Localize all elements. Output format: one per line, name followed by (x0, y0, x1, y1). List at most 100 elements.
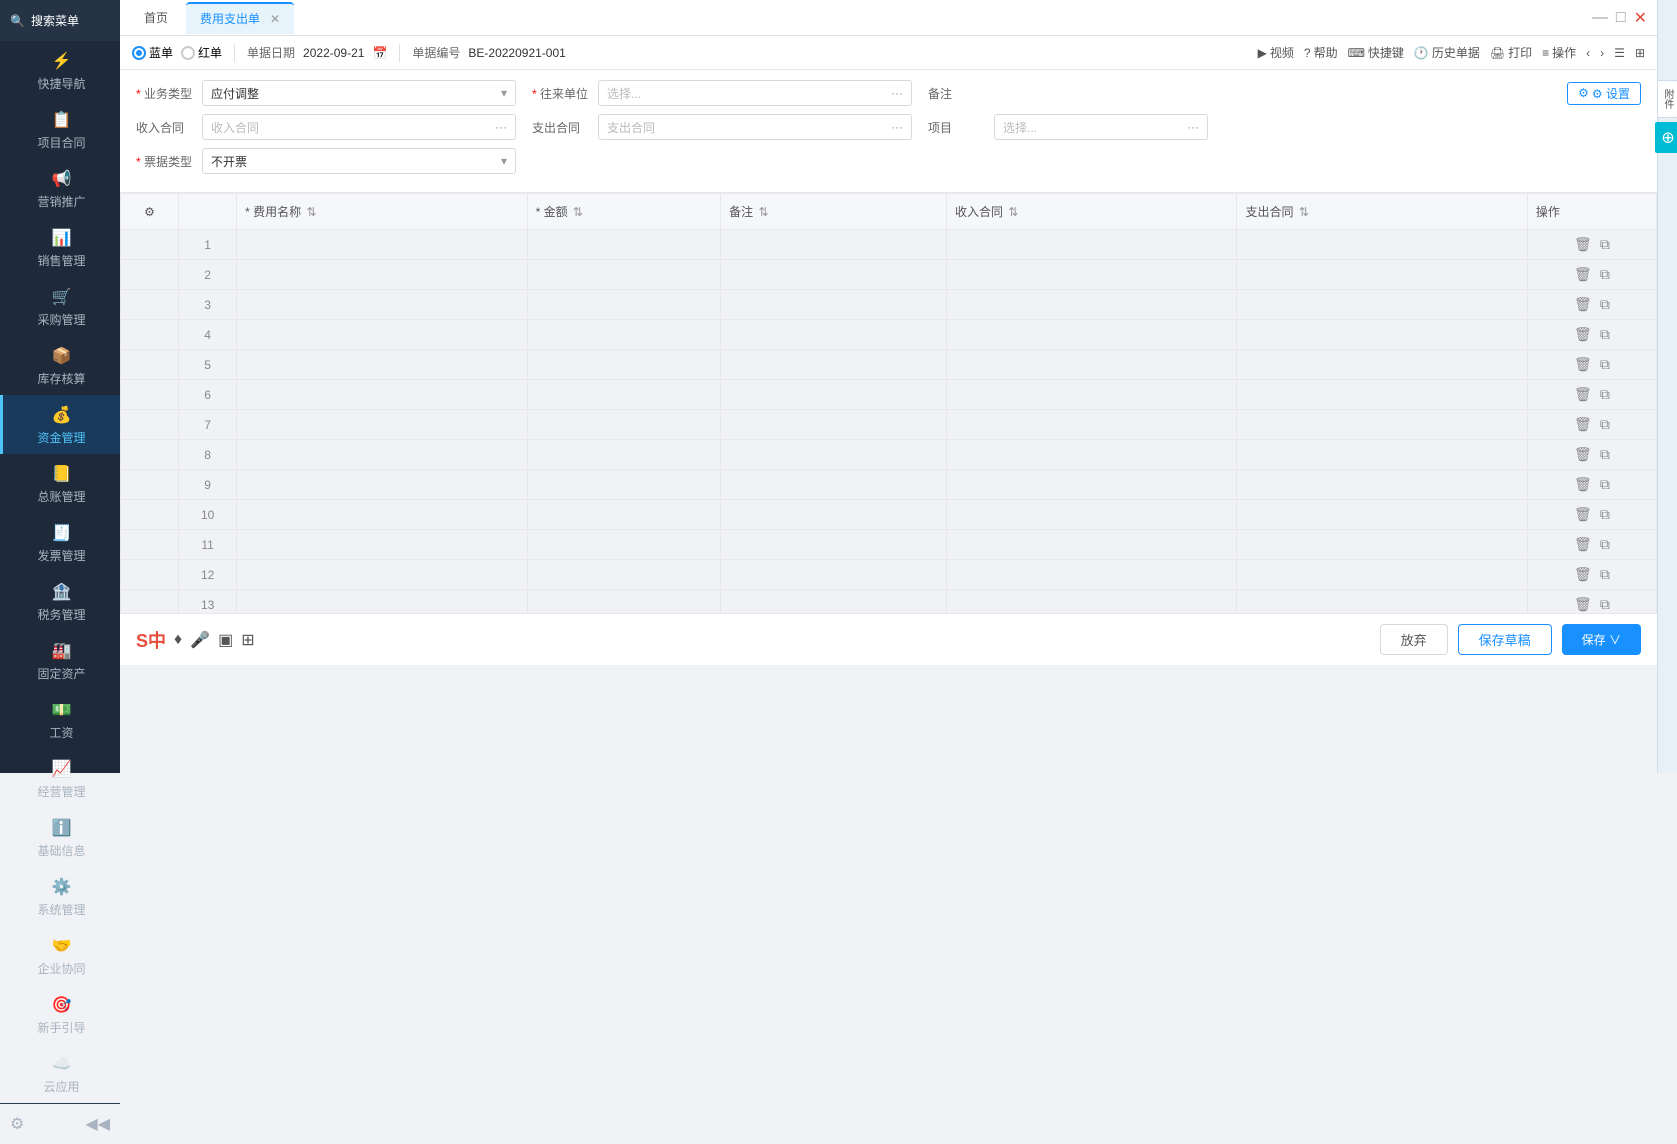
sidebar-item-ops-mgmt[interactable]: 📈 经营管理 (0, 749, 120, 808)
expense-name-cell[interactable] (237, 470, 527, 500)
expense-contract-cell[interactable] (1237, 440, 1527, 470)
copy-icon[interactable]: ⧉ (1600, 356, 1610, 373)
window-maximize[interactable]: □ (1616, 9, 1626, 27)
expense-contract-cell[interactable] (1237, 530, 1527, 560)
sidebar-item-sys-mgmt[interactable]: ⚙️ 系统管理 (0, 867, 120, 926)
biz-type-input[interactable]: 应付调整 ▾ (202, 80, 516, 106)
income-contract-input[interactable]: 收入合同 ··· (202, 114, 516, 140)
income-contract-cell[interactable] (947, 470, 1237, 500)
footer-grid-icon[interactable]: ⊞ (241, 630, 254, 650)
amount-cell[interactable] (527, 470, 721, 500)
income-contract-cell[interactable] (947, 410, 1237, 440)
sidebar-item-invoice-mgmt[interactable]: 🧾 发票管理 (0, 513, 120, 572)
sidebar-item-enterprise-collab[interactable]: 🤝 企业协同 (0, 926, 120, 985)
sidebar-item-quick-nav[interactable]: ⚡ 快捷导航 (0, 41, 120, 100)
amount-cell[interactable] (527, 410, 721, 440)
sidebar-search[interactable]: 🔍 搜索菜单 (0, 0, 120, 41)
expense-name-cell[interactable] (237, 500, 527, 530)
delete-icon[interactable]: 🗑 (1574, 476, 1592, 493)
volume-icon[interactable]: ◀◀ (85, 1114, 110, 1134)
expense-name-cell[interactable] (237, 350, 527, 380)
copy-icon[interactable]: ⧉ (1600, 326, 1610, 343)
sidebar-item-inventory[interactable]: 📦 库存核算 (0, 336, 120, 395)
save-button[interactable]: 保存 ∨ (1562, 624, 1641, 655)
col-remark[interactable]: 备注 ⇅ (721, 194, 947, 230)
remark-cell[interactable] (721, 560, 947, 590)
copy-icon[interactable]: ⧉ (1600, 536, 1610, 553)
copy-icon[interactable]: ⧉ (1600, 566, 1610, 583)
col-gear[interactable]: ⚙ (121, 194, 179, 230)
delete-icon[interactable]: 🗑 (1574, 266, 1592, 283)
delete-icon[interactable]: 🗑 (1574, 296, 1592, 313)
income-contract-cell[interactable] (947, 590, 1237, 614)
sidebar-item-cloud-apps[interactable]: ☁️ 云应用 (0, 1044, 120, 1103)
expense-contract-ellipsis[interactable]: ··· (891, 120, 903, 134)
income-contract-cell[interactable] (947, 560, 1237, 590)
amount-cell[interactable] (527, 290, 721, 320)
save-draft-button[interactable]: 保存草稿 (1458, 624, 1552, 655)
amount-cell[interactable] (527, 590, 721, 614)
remark-cell[interactable] (721, 380, 947, 410)
expense-name-cell[interactable] (237, 440, 527, 470)
footer-box-icon[interactable]: ▣ (218, 630, 233, 650)
delete-icon[interactable]: 🗑 (1574, 236, 1592, 253)
col-income-contract[interactable]: 收入合同 ⇅ (947, 194, 1237, 230)
sidebar-item-fund-mgmt[interactable]: 💰 资金管理 (0, 395, 120, 454)
counterpart-input[interactable]: 选择... ··· (598, 80, 912, 106)
delete-icon[interactable]: 🗑 (1574, 416, 1592, 433)
radio-red[interactable]: 红单 (181, 44, 222, 61)
sidebar-item-purchase-mgmt[interactable]: 🛒 采购管理 (0, 277, 120, 336)
income-contract-cell[interactable] (947, 320, 1237, 350)
calendar-icon[interactable]: 📅 (372, 46, 387, 60)
toolbar-history[interactable]: 🕐 历史单据 (1414, 44, 1480, 61)
toolbar-prev[interactable]: ‹ (1586, 46, 1590, 60)
sidebar-item-payroll[interactable]: 💵 工资 (0, 690, 120, 749)
income-contract-ellipsis[interactable]: ··· (495, 120, 507, 134)
expense-contract-cell[interactable] (1237, 380, 1527, 410)
remark-cell[interactable] (721, 500, 947, 530)
delete-icon[interactable]: 🗑 (1574, 446, 1592, 463)
sidebar-item-marketing[interactable]: 📢 营销推广 (0, 159, 120, 218)
tab-expense-bill[interactable]: 费用支出单 ✕ (186, 2, 294, 34)
delete-icon[interactable]: 🗑 (1574, 566, 1592, 583)
expense-name-cell[interactable] (237, 560, 527, 590)
expense-contract-cell[interactable] (1237, 470, 1527, 500)
copy-icon[interactable]: ⧉ (1600, 236, 1610, 253)
copy-icon[interactable]: ⧉ (1600, 506, 1610, 523)
expense-name-cell[interactable] (237, 380, 527, 410)
remark-cell[interactable] (721, 590, 947, 614)
right-tab-green[interactable]: ⊕ (1655, 122, 1677, 153)
remark-cell[interactable] (721, 530, 947, 560)
expense-contract-cell[interactable] (1237, 230, 1527, 260)
sidebar-item-basic-info[interactable]: ℹ️ 基础信息 (0, 808, 120, 867)
col-expense-name[interactable]: * 费用名称 ⇅ (237, 194, 527, 230)
sidebar-item-sales-mgmt[interactable]: 📊 销售管理 (0, 218, 120, 277)
amount-cell[interactable] (527, 500, 721, 530)
income-contract-cell[interactable] (947, 290, 1237, 320)
toolbar-shortcut[interactable]: ⌨ 快捷键 (1348, 44, 1404, 61)
toolbar-print[interactable]: 🖨 打印 (1490, 44, 1532, 61)
expense-name-cell[interactable] (237, 230, 527, 260)
amount-cell[interactable] (527, 230, 721, 260)
expense-name-cell[interactable] (237, 260, 527, 290)
expense-name-cell[interactable] (237, 530, 527, 560)
counterpart-ellipsis[interactable]: ··· (891, 86, 903, 100)
toolbar-next[interactable]: › (1600, 46, 1604, 60)
amount-cell[interactable] (527, 380, 721, 410)
income-contract-cell[interactable] (947, 260, 1237, 290)
toolbar-list-view[interactable]: ☰ (1614, 46, 1625, 60)
toolbar-operate[interactable]: ≡ 操作 (1542, 44, 1576, 61)
expense-contract-input[interactable]: 支出合同 ··· (598, 114, 912, 140)
remark-cell[interactable] (721, 290, 947, 320)
date-value[interactable]: 2022-09-21 (303, 46, 364, 60)
remark-cell[interactable] (721, 350, 947, 380)
remark-cell[interactable] (721, 230, 947, 260)
amount-cell[interactable] (527, 320, 721, 350)
delete-icon[interactable]: 🗑 (1574, 506, 1592, 523)
copy-icon[interactable]: ⧉ (1600, 476, 1610, 493)
expense-contract-cell[interactable] (1237, 500, 1527, 530)
income-contract-cell[interactable] (947, 230, 1237, 260)
sidebar-item-fixed-assets[interactable]: 🏭 固定资产 (0, 631, 120, 690)
expense-name-cell[interactable] (237, 410, 527, 440)
sidebar-item-project-contract[interactable]: 📋 项目合同 (0, 100, 120, 159)
